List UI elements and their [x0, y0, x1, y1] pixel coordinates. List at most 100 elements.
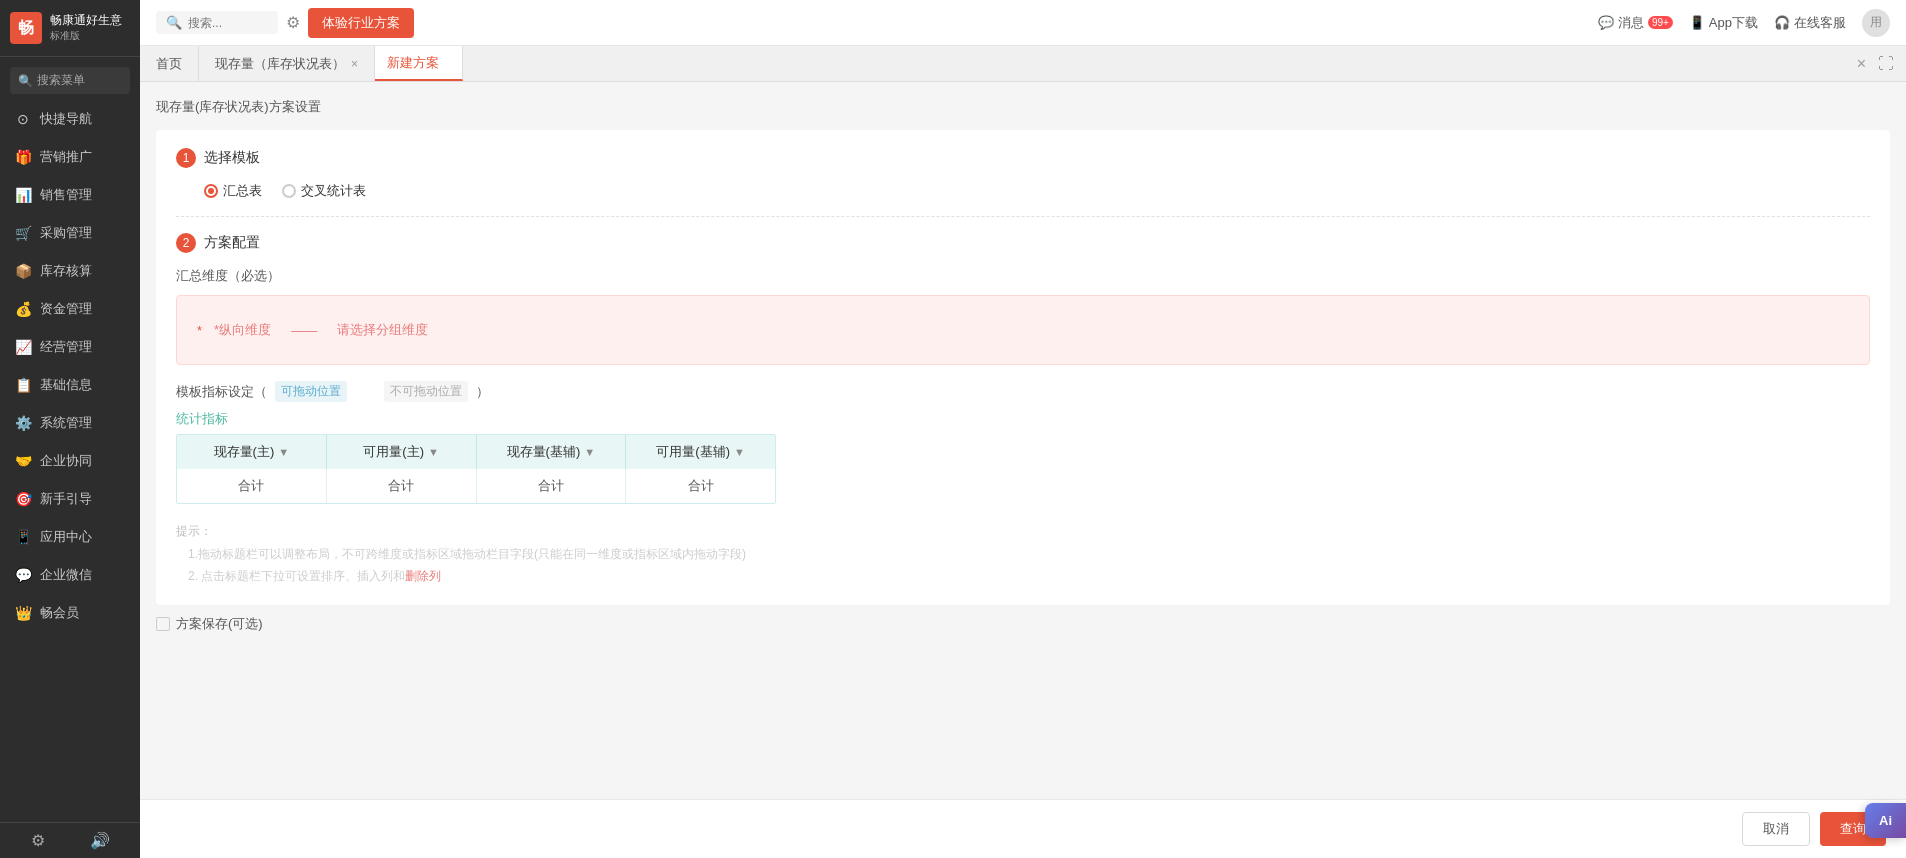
main-panel: 🔍 ⚙ 体验行业方案 💬 消息 99+ 📱 App下载 🎧 在线客服 用: [140, 0, 1906, 858]
step2-title: 方案配置: [204, 234, 260, 252]
sidebar-item-marketing[interactable]: 🎁 营销推广: [0, 138, 140, 176]
save-checkbox[interactable]: [156, 617, 170, 631]
sidebar-item-label: 库存核算: [40, 262, 92, 280]
topbar-search-box[interactable]: 🔍: [156, 11, 278, 34]
message-btn[interactable]: 💬 消息 99+: [1598, 14, 1673, 32]
sidebar-item-quick-nav[interactable]: ⊙ 快捷导航: [0, 100, 140, 138]
sidebar-item-system[interactable]: ⚙️ 系统管理: [0, 404, 140, 442]
stat-label: 统计指标: [176, 410, 1870, 428]
cancel-button[interactable]: 取消: [1742, 812, 1810, 846]
settings-icon[interactable]: ⚙: [31, 831, 45, 850]
basic-icon: 📋: [14, 376, 32, 394]
ai-button[interactable]: Ai: [1865, 803, 1906, 838]
save-option-label: 方案保存(可选): [176, 615, 263, 633]
dimension-placeholder: * *纵向维度 —— 请选择分组维度: [197, 321, 428, 339]
fixed-tag: 不可拖动位置: [384, 381, 468, 402]
app-name: 畅康通好生意: [50, 13, 122, 29]
col-available-aux[interactable]: 可用量(基辅) ▼: [626, 435, 775, 469]
quick-nav-icon: ⊙: [14, 110, 32, 128]
indicator-settings-label: 模板指标设定（: [176, 383, 267, 401]
app-download-btn[interactable]: 📱 App下载: [1689, 14, 1758, 32]
sidebar-item-label: 企业微信: [40, 566, 92, 584]
vertical-dimension-label: *纵向维度: [214, 321, 271, 339]
table-header: 现存量(主) ▼ 可用量(主) ▼ 现存量(基辅) ▼ 可用量(基辅): [177, 435, 775, 469]
newbie-icon: 🎯: [14, 490, 32, 508]
dimension-box[interactable]: * *纵向维度 —— 请选择分组维度: [176, 295, 1870, 365]
radio-cross-dot: [282, 184, 296, 198]
user-avatar[interactable]: 用: [1862, 9, 1890, 37]
col-current-aux-label: 现存量(基辅): [507, 443, 581, 461]
settings-gear-icon[interactable]: ⚙: [286, 13, 300, 32]
window-close-btn[interactable]: ×: [1853, 53, 1870, 75]
sidebar-item-finance[interactable]: 💰 资金管理: [0, 290, 140, 328]
speaker-icon[interactable]: 🔊: [90, 831, 110, 850]
sidebar-item-label: 销售管理: [40, 186, 92, 204]
avatar: 用: [1862, 9, 1890, 37]
col-current-main-arrow[interactable]: ▼: [278, 446, 289, 458]
save-option[interactable]: 方案保存(可选): [156, 605, 1890, 643]
member-icon: 👑: [14, 604, 32, 622]
topbar-search-input[interactable]: [188, 16, 268, 30]
tips-item-1: 1.拖动标题栏可以调整布局，不可跨维度或指标区域拖动栏目字段(只能在同一维度或指…: [176, 544, 1870, 566]
radio-summary-dot: [204, 184, 218, 198]
dimension-section-label: 汇总维度（必选）: [176, 267, 1870, 285]
step1-header: 1 选择模板: [176, 148, 1870, 168]
tips-section: 提示： 1.拖动标题栏可以调整布局，不可跨维度或指标区域拖动栏目字段(只能在同一…: [176, 523, 1870, 587]
sidebar-nav: 🔍 搜索菜单 ⊙ 快捷导航 🎁 营销推广 📊 销售管理 🛒 采购管理 📦 库存核…: [0, 57, 140, 822]
tabs-actions: × ⛶: [1845, 53, 1906, 75]
radio-cross[interactable]: 交叉统计表: [282, 182, 366, 200]
sidebar-search[interactable]: 🔍 搜索菜单: [10, 67, 130, 94]
sidebar-item-label: 应用中心: [40, 528, 92, 546]
sidebar-item-operation[interactable]: 📈 经营管理: [0, 328, 140, 366]
tab-inventory-close[interactable]: ×: [351, 57, 358, 71]
sidebar-item-label: 营销推广: [40, 148, 92, 166]
sidebar-item-member[interactable]: 👑 畅会员: [0, 594, 140, 632]
col-available-main[interactable]: 可用量(主) ▼: [327, 435, 477, 469]
col-available-aux-arrow[interactable]: ▼: [734, 446, 745, 458]
system-icon: ⚙️: [14, 414, 32, 432]
tab-home[interactable]: 首页: [140, 46, 199, 81]
sidebar-item-inventory[interactable]: 📦 库存核算: [0, 252, 140, 290]
finance-icon: 💰: [14, 300, 32, 318]
col-current-main[interactable]: 现存量(主) ▼: [177, 435, 327, 469]
tab-new-plan-close[interactable]: ×: [443, 56, 450, 70]
wechat-icon: 💬: [14, 566, 32, 584]
step1-num: 1: [176, 148, 196, 168]
tab-inventory-status[interactable]: 现存量（库存状况表） ×: [199, 46, 375, 81]
purchase-icon: 🛒: [14, 224, 32, 242]
template-options: 汇总表 交叉统计表: [176, 182, 1870, 200]
delete-col-link[interactable]: 删除列: [405, 569, 441, 583]
customer-service-btn[interactable]: 🎧 在线客服: [1774, 14, 1846, 32]
sidebar-item-basic[interactable]: 📋 基础信息: [0, 366, 140, 404]
headset-icon: 🎧: [1774, 15, 1790, 30]
tab-new-plan[interactable]: 新建方案 ×: [375, 46, 463, 81]
sidebar-footer: ⚙ 🔊: [0, 822, 140, 858]
col-current-aux-arrow[interactable]: ▼: [584, 446, 595, 458]
app-logo: 畅 畅康通好生意 标准版: [0, 0, 140, 57]
topbar-left: 🔍 ⚙ 体验行业方案: [156, 8, 414, 38]
message-icon: 💬: [1598, 15, 1614, 30]
required-star: *: [197, 323, 202, 338]
step2-header: 2 方案配置: [176, 233, 1870, 253]
window-expand-btn[interactable]: ⛶: [1874, 53, 1898, 75]
col-current-aux[interactable]: 现存量(基辅) ▼: [477, 435, 627, 469]
sidebar-item-label: 经营管理: [40, 338, 92, 356]
sidebar-item-apps[interactable]: 📱 应用中心: [0, 518, 140, 556]
sidebar-item-label: 畅会员: [40, 604, 79, 622]
radio-summary[interactable]: 汇总表: [204, 182, 262, 200]
sidebar-item-sales[interactable]: 📊 销售管理: [0, 176, 140, 214]
dimension-hint: 请选择分组维度: [337, 321, 428, 339]
sidebar-item-wechat[interactable]: 💬 企业微信: [0, 556, 140, 594]
col-available-main-arrow[interactable]: ▼: [428, 446, 439, 458]
sidebar-item-cooperation[interactable]: 🤝 企业协同: [0, 442, 140, 480]
message-badge: 99+: [1648, 16, 1673, 29]
sidebar-item-newbie[interactable]: 🎯 新手引导: [0, 480, 140, 518]
app-download-icon: 📱: [1689, 15, 1705, 30]
inventory-icon: 📦: [14, 262, 32, 280]
col-available-main-label: 可用量(主): [363, 443, 424, 461]
dimension-label-text: 汇总维度（必选）: [176, 268, 280, 283]
sidebar-item-purchase[interactable]: 🛒 采购管理: [0, 214, 140, 252]
indicator-settings: 模板指标设定（ 可拖动位置 不可拖动位置 ） 统计指标 现存量(主) ▼ 可: [176, 381, 1870, 507]
experience-btn[interactable]: 体验行业方案: [308, 8, 414, 38]
radio-summary-label: 汇总表: [223, 182, 262, 200]
